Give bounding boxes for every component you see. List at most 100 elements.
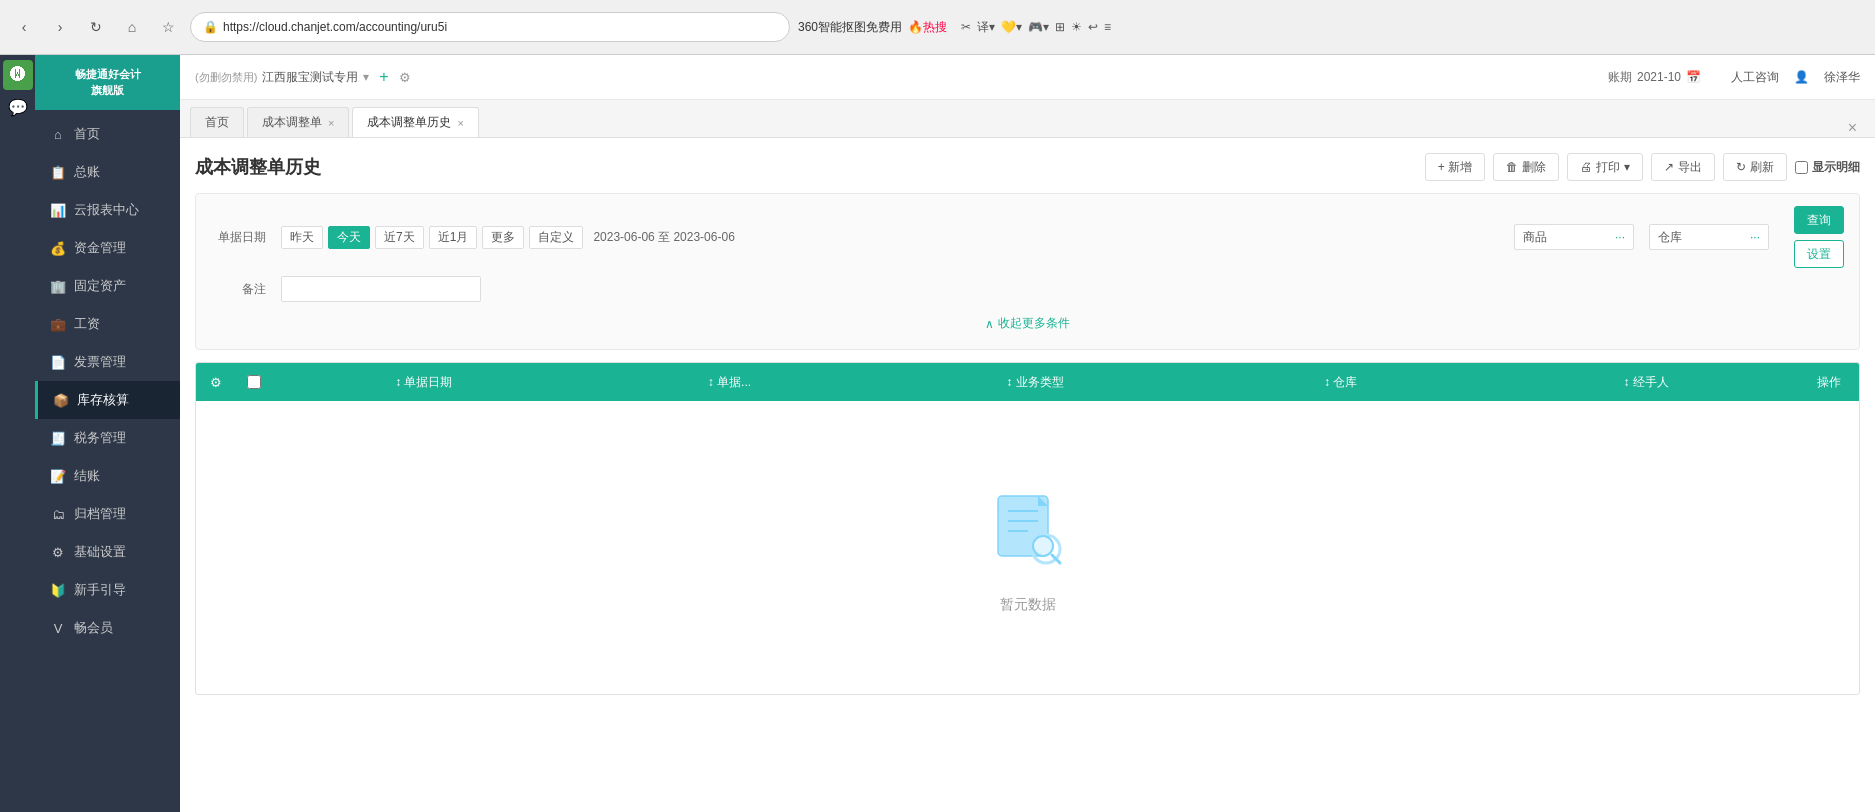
- print-button[interactable]: 🖨 打印 ▾: [1567, 153, 1643, 181]
- column-settings-icon[interactable]: ⚙: [196, 375, 236, 390]
- date-btn-custom[interactable]: 自定义: [529, 226, 583, 249]
- tab-cost-adjust-history-close[interactable]: ×: [457, 117, 463, 129]
- refresh-label: 刷新: [1750, 159, 1774, 176]
- delete-label: 删除: [1522, 159, 1546, 176]
- calendar-icon[interactable]: 📅: [1686, 70, 1701, 84]
- collapse-button[interactable]: ∧ 收起更多条件: [211, 310, 1844, 337]
- date-filter-label: 单据日期: [211, 229, 266, 246]
- tab-cost-adjust-label: 成本调整单: [262, 114, 322, 131]
- nav-icon-首页: ⌂: [50, 127, 66, 142]
- search-button-label: 查询: [1807, 212, 1831, 229]
- delete-button[interactable]: 🗑 删除: [1493, 153, 1559, 181]
- sidebar-item-首页[interactable]: ⌂首页: [35, 115, 180, 153]
- address-bar[interactable]: 🔒 https://cloud.chanjet.com/accounting/u…: [190, 12, 790, 42]
- tab-cost-adjust[interactable]: 成本调整单 ×: [247, 107, 349, 137]
- col-warehouse-label: ↕ 仓库: [1324, 374, 1357, 391]
- display-cols-toggle[interactable]: 显示明细: [1795, 159, 1860, 176]
- period-display: 账期 2021-10 📅: [1608, 69, 1701, 86]
- main-sidebar: 畅捷通好会计 旗舰版 ⌂首页📋总账📊云报表中心💰资金管理🏢固定资产💼工资📄发票管…: [35, 55, 180, 812]
- col-warehouse[interactable]: ↕ 仓库: [1188, 374, 1494, 391]
- sidebar-item-结账[interactable]: 📝结账: [35, 457, 180, 495]
- nav-icon-发票管理: 📄: [50, 355, 66, 370]
- sidebar-item-发票管理[interactable]: 📄发票管理: [35, 343, 180, 381]
- export-icon: ↗: [1664, 160, 1674, 174]
- new-button[interactable]: + 新增: [1425, 153, 1485, 181]
- sidebar-item-税务管理[interactable]: 🧾税务管理: [35, 419, 180, 457]
- tab-home-label: 首页: [205, 114, 229, 131]
- display-cols-label: 显示明细: [1812, 159, 1860, 176]
- company-name: 江西服宝测试专用: [262, 69, 358, 86]
- sidebar-item-归档管理[interactable]: 🗂归档管理: [35, 495, 180, 533]
- tab-cost-adjust-close[interactable]: ×: [328, 117, 334, 129]
- star-button[interactable]: ☆: [154, 13, 182, 41]
- refresh-button[interactable]: ↻: [82, 13, 110, 41]
- tab-close-all[interactable]: ×: [1840, 119, 1865, 137]
- date-btn-yesterday[interactable]: 昨天: [281, 226, 323, 249]
- nav-label-畅会员: 畅会员: [74, 619, 113, 637]
- actions-label: 操作: [1817, 374, 1841, 391]
- col-actions-label: 操作: [1799, 374, 1859, 391]
- filter-area: 单据日期 昨天 今天 近7天 近1月 更多 自定义 2023-06-06 至 2…: [195, 193, 1860, 350]
- select-all-checkbox[interactable]: [247, 375, 261, 389]
- goods-filter[interactable]: 商品 ···: [1514, 224, 1634, 250]
- note-filter-label: 备注: [211, 281, 266, 298]
- sidebar-item-工资[interactable]: 💼工资: [35, 305, 180, 343]
- page-actions: + 新增 🗑 删除 🖨 打印 ▾ ↗ 导出 ↻: [1425, 153, 1860, 181]
- sidebar-item-总账[interactable]: 📋总账: [35, 153, 180, 191]
- ssl-lock-icon: 🔒: [203, 20, 218, 34]
- date-btn-7days[interactable]: 近7天: [375, 226, 424, 249]
- select-all-checkbox-container: [236, 375, 271, 389]
- forward-button[interactable]: ›: [46, 13, 74, 41]
- sidebar-item-库存核算[interactable]: 📦 库存核算: [35, 381, 180, 419]
- empty-text: 暂元数据: [1000, 596, 1056, 614]
- note-filter-input[interactable]: [281, 276, 481, 302]
- date-btn-1month[interactable]: 近1月: [429, 226, 478, 249]
- company-dropdown-icon[interactable]: ▾: [363, 70, 369, 84]
- home-button[interactable]: ⌂: [118, 13, 146, 41]
- tabs-bar: 首页 成本调整单 × 成本调整单历史 × ×: [180, 100, 1875, 138]
- export-button[interactable]: ↗ 导出: [1651, 153, 1715, 181]
- filter-row-note: 备注: [211, 276, 1844, 302]
- empty-icon: [978, 481, 1078, 581]
- toolbar-menu: ≡: [1104, 20, 1111, 34]
- hot-search-label: 🔥热搜: [908, 19, 947, 36]
- search-label: 360智能抠图免费用: [798, 19, 902, 36]
- sidebar-item-云报表中心[interactable]: 📊云报表中心: [35, 191, 180, 229]
- delete-icon: 🗑: [1506, 160, 1518, 174]
- col-date[interactable]: ↕ 单据日期: [271, 374, 577, 391]
- sidebar-item-新手引导[interactable]: 🔰新手引导: [35, 571, 180, 609]
- add-icon[interactable]: +: [379, 68, 388, 86]
- col-biz-type[interactable]: ↕ 业务类型: [882, 374, 1188, 391]
- date-btn-today[interactable]: 今天: [328, 226, 370, 249]
- sidebar-item-基础设置[interactable]: ⚙基础设置: [35, 533, 180, 571]
- sidebar-item-资金管理[interactable]: 💰资金管理: [35, 229, 180, 267]
- col-doc-no[interactable]: ↕ 单据...: [577, 374, 883, 391]
- nav-label-库存核算: 库存核算: [77, 391, 129, 409]
- date-btn-more[interactable]: 更多: [482, 226, 524, 249]
- refresh-button-page[interactable]: ↻ 刷新: [1723, 153, 1787, 181]
- nav-label-资金管理: 资金管理: [74, 239, 126, 257]
- tab-cost-adjust-history[interactable]: 成本调整单历史 ×: [352, 107, 478, 137]
- nav-label-固定资产: 固定资产: [74, 277, 126, 295]
- page-title-text: 成本调整单历史: [195, 155, 321, 179]
- user-name: 徐泽华: [1824, 69, 1860, 86]
- nav-label-工资: 工资: [74, 315, 100, 333]
- consult-link[interactable]: 人工咨询: [1731, 69, 1779, 86]
- sidebar-item-畅会员[interactable]: V畅会员: [35, 609, 180, 647]
- setting-button[interactable]: 设置: [1794, 240, 1844, 268]
- export-label: 导出: [1678, 159, 1702, 176]
- sidebar-item-固定资产[interactable]: 🏢固定资产: [35, 267, 180, 305]
- icon-sidebar-msg[interactable]: 💬: [3, 92, 33, 122]
- display-cols-checkbox[interactable]: [1795, 161, 1808, 174]
- nav-icon-库存核算: 📦: [53, 393, 69, 408]
- tab-home[interactable]: 首页: [190, 107, 244, 137]
- search-button[interactable]: 查询: [1794, 206, 1844, 234]
- svg-point-5: [1033, 536, 1053, 556]
- back-button[interactable]: ‹: [10, 13, 38, 41]
- col-handler[interactable]: ↕ 经手人: [1493, 374, 1799, 391]
- warehouse-filter[interactable]: 仓库 ···: [1649, 224, 1769, 250]
- nav-label-新手引导: 新手引导: [74, 581, 126, 599]
- url-text: https://cloud.chanjet.com/accounting/uru…: [223, 20, 447, 34]
- icon-sidebar-weibo[interactable]: 🅦: [3, 60, 33, 90]
- settings-icon[interactable]: ⚙: [399, 70, 411, 85]
